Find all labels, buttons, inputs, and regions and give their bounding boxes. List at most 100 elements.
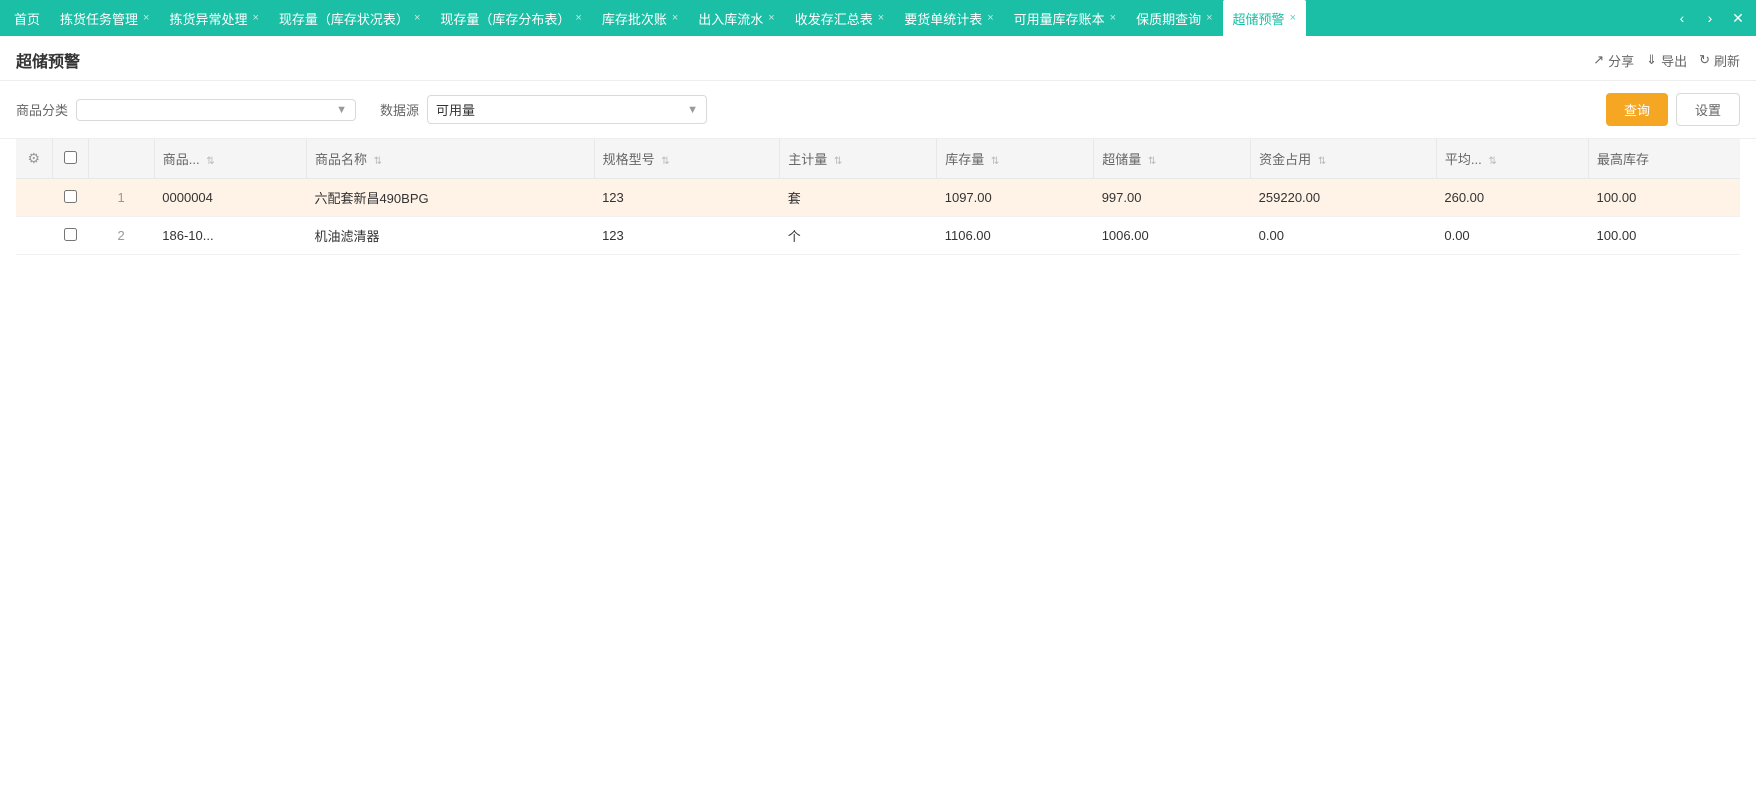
- refresh-button[interactable]: ↻ 刷新: [1699, 51, 1740, 70]
- row-checkbox-cell-0: [52, 179, 88, 217]
- nav-item-label-10: 保质期查询: [1136, 9, 1201, 28]
- nav-item-close-3[interactable]: ×: [414, 12, 420, 24]
- sort-unit-icon: ⇅: [834, 156, 842, 167]
- nav-item-2[interactable]: 拣货异常处理 ×: [159, 0, 268, 36]
- nav-item-label-8: 要货单统计表: [904, 9, 982, 28]
- col-max-stock[interactable]: 最高库存: [1589, 139, 1740, 179]
- datasource-dropdown-icon: ▼: [687, 104, 698, 116]
- nav-item-8[interactable]: 要货单统计表 ×: [894, 0, 1003, 36]
- nav-item-close-1[interactable]: ×: [143, 12, 149, 24]
- col-spec[interactable]: 规格型号 ⇅: [594, 139, 780, 179]
- nav-item-4[interactable]: 现存量（库存分布表） ×: [430, 0, 591, 36]
- sort-capital-icon: ⇅: [1318, 156, 1326, 167]
- filter-actions: 查询 设置: [1606, 93, 1740, 126]
- export-icon: ⇓: [1646, 52, 1657, 68]
- nav-item-label-9: 可用量库存账本: [1014, 9, 1105, 28]
- row-max-stock-0: 100.00: [1589, 179, 1740, 217]
- page-title: 超储预警: [16, 48, 80, 72]
- nav-item-close-5[interactable]: ×: [672, 12, 678, 24]
- row-product-code-1: 186-10...: [154, 217, 306, 255]
- nav-item-close-7[interactable]: ×: [878, 12, 884, 24]
- nav-arrow-close[interactable]: ✕: [1724, 0, 1752, 36]
- row-product-code-0: 0000004: [154, 179, 306, 217]
- nav-item-label-1: 拣货任务管理: [60, 9, 138, 28]
- sort-avg-icon: ⇅: [1488, 156, 1496, 167]
- sort-overflow-icon: ⇅: [1148, 156, 1156, 167]
- row-unit-1: 个: [780, 217, 937, 255]
- nav-item-0[interactable]: 首页: [4, 0, 50, 36]
- row-gear-0: [16, 179, 52, 217]
- share-icon: ↗: [1593, 52, 1604, 68]
- nav-item-11[interactable]: 超储预警×: [1223, 0, 1306, 36]
- col-product-code[interactable]: 商品... ⇅: [154, 139, 306, 179]
- col-avg[interactable]: 平均... ⇅: [1436, 139, 1588, 179]
- row-product-name-1: 机油滤清器: [306, 217, 594, 255]
- row-capital-1: 0.00: [1251, 217, 1437, 255]
- row-avg-1: 0.00: [1436, 217, 1588, 255]
- nav-item-close-4[interactable]: ×: [575, 12, 581, 24]
- col-unit[interactable]: 主计量 ⇅: [780, 139, 937, 179]
- datasource-label: 数据源: [380, 100, 419, 119]
- nav-item-label-3: 现存量（库存状况表）: [279, 9, 409, 28]
- nav-item-3[interactable]: 现存量（库存状况表） ×: [269, 0, 430, 36]
- nav-arrow-left[interactable]: ‹: [1668, 0, 1696, 36]
- nav-item-label-4: 现存量（库存分布表）: [440, 9, 570, 28]
- row-spec-0: 123: [594, 179, 780, 217]
- nav-item-close-9[interactable]: ×: [1110, 12, 1116, 24]
- sort-stock-icon: ⇅: [991, 156, 999, 167]
- page-header: 超储预警 ↗ 分享 ⇓ 导出 ↻ 刷新: [0, 36, 1756, 81]
- datasource-select-value: 可用量: [436, 100, 475, 119]
- nav-item-label-5: 库存批次账: [602, 9, 667, 28]
- row-checkbox-0[interactable]: [64, 190, 77, 203]
- page-container: 超储预警 ↗ 分享 ⇓ 导出 ↻ 刷新 商品分类 ▼ 数据源: [0, 36, 1756, 800]
- row-checkbox-cell-1: [52, 217, 88, 255]
- category-select[interactable]: ▼: [76, 99, 356, 121]
- datasource-filter-group: 数据源 可用量 ▼: [380, 95, 707, 124]
- settings-button[interactable]: 设置: [1676, 93, 1740, 126]
- datasource-select[interactable]: 可用量 ▼: [427, 95, 707, 124]
- row-overflow-0: 997.00: [1094, 179, 1251, 217]
- row-num-0: 1: [88, 179, 154, 217]
- col-overflow[interactable]: 超储量 ⇅: [1094, 139, 1251, 179]
- row-max-stock-1: 100.00: [1589, 217, 1740, 255]
- row-avg-0: 260.00: [1436, 179, 1588, 217]
- nav-item-10[interactable]: 保质期查询 ×: [1126, 0, 1222, 36]
- nav-item-label-2: 拣货异常处理: [169, 9, 247, 28]
- nav-item-close-6[interactable]: ×: [768, 12, 774, 24]
- nav-item-1[interactable]: 拣货任务管理 ×: [50, 0, 159, 36]
- nav-item-label-0: 首页: [14, 9, 40, 28]
- share-button[interactable]: ↗ 分享: [1593, 51, 1634, 70]
- col-capital[interactable]: 资金占用 ⇅: [1251, 139, 1437, 179]
- nav-item-close-10[interactable]: ×: [1206, 12, 1212, 24]
- nav-item-close-2[interactable]: ×: [252, 12, 258, 24]
- row-spec-1: 123: [594, 217, 780, 255]
- nav-item-7[interactable]: 收发存汇总表×: [785, 0, 894, 36]
- column-settings-icon[interactable]: ⚙: [27, 150, 40, 166]
- nav-item-5[interactable]: 库存批次账 ×: [592, 0, 688, 36]
- data-table: ⚙ 商品... ⇅ 商品名称 ⇅ 规格型号 ⇅: [16, 139, 1740, 255]
- select-all-checkbox[interactable]: [64, 151, 77, 164]
- query-button[interactable]: 查询: [1606, 93, 1668, 126]
- header-actions: ↗ 分享 ⇓ 导出 ↻ 刷新: [1593, 51, 1740, 70]
- row-capital-0: 259220.00: [1251, 179, 1437, 217]
- col-product-name[interactable]: 商品名称 ⇅: [306, 139, 594, 179]
- category-filter-group: 商品分类 ▼: [16, 99, 356, 121]
- nav-item-close-8[interactable]: ×: [987, 12, 993, 24]
- nav-arrow-right[interactable]: ›: [1696, 0, 1724, 36]
- table-row: 10000004六配套新昌490BPG123套1097.00997.002592…: [16, 179, 1740, 217]
- col-stock[interactable]: 库存量 ⇅: [937, 139, 1094, 179]
- col-settings: ⚙: [16, 139, 52, 179]
- top-nav: 首页拣货任务管理×拣货异常处理×现存量（库存状况表）×现存量（库存分布表）×库存…: [0, 0, 1756, 36]
- nav-item-close-11[interactable]: ×: [1290, 12, 1296, 24]
- col-num: [88, 139, 154, 179]
- sort-product-name-icon: ⇅: [374, 156, 382, 167]
- category-dropdown-icon: ▼: [336, 104, 347, 116]
- row-stock-0: 1097.00: [937, 179, 1094, 217]
- export-button[interactable]: ⇓ 导出: [1646, 51, 1687, 70]
- sort-spec-icon: ⇅: [661, 156, 669, 167]
- nav-item-6[interactable]: 出入库流水×: [688, 0, 784, 36]
- filter-area: 商品分类 ▼ 数据源 可用量 ▼ 查询 设置: [0, 81, 1756, 139]
- nav-item-9[interactable]: 可用量库存账本 ×: [1004, 0, 1126, 36]
- row-num-1: 2: [88, 217, 154, 255]
- row-checkbox-1[interactable]: [64, 228, 77, 241]
